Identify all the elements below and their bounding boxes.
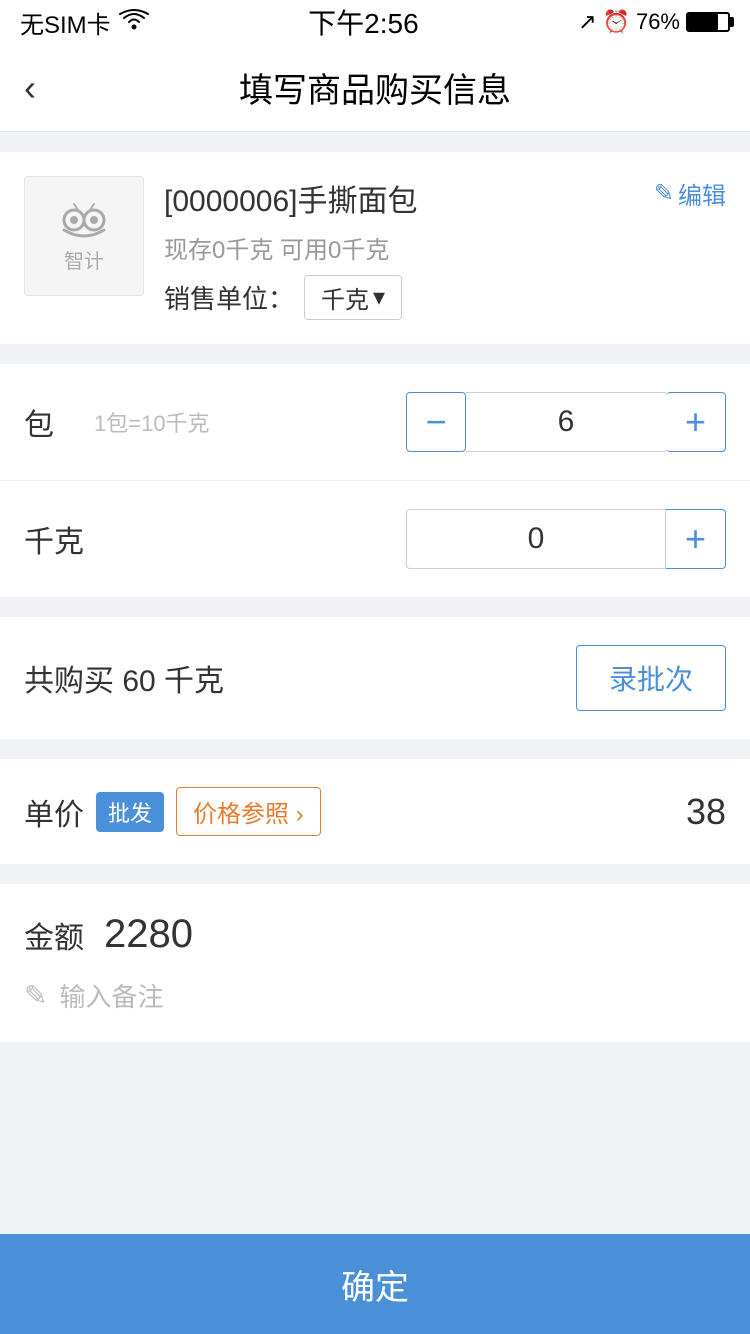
package-label: 包	[24, 400, 84, 444]
status-left: 无SIM卡	[20, 5, 149, 40]
note-row[interactable]: ✎ 输入备注	[24, 977, 726, 1014]
dropdown-arrow-icon: ▾	[373, 283, 385, 312]
amount-section: 金额 2280 ✎ 输入备注	[0, 884, 750, 1042]
battery-icon	[686, 12, 730, 32]
kilogram-label: 千克	[24, 517, 84, 561]
confirm-button[interactable]: 确定	[0, 1234, 750, 1334]
package-hint: 1包=10千克	[94, 406, 406, 438]
kilogram-row: 千克 +	[0, 481, 750, 597]
kilogram-plus-button[interactable]: +	[666, 509, 726, 569]
nav-bar: ‹ 填写商品购买信息	[0, 44, 750, 132]
kilogram-quantity-input[interactable]	[406, 509, 666, 569]
kilogram-quantity-control: +	[406, 509, 726, 569]
total-text: 共购买 60 千克	[24, 656, 224, 700]
pencil-icon: ✎	[24, 979, 47, 1012]
product-logo: 智计	[54, 198, 114, 274]
battery-text: 76%	[636, 9, 680, 35]
status-bar: 无SIM卡 下午2:56 ↗ ⏰ 76%	[0, 0, 750, 44]
amount-value: 2280	[104, 912, 193, 957]
product-stock: 现存0千克 可用0千克	[164, 230, 726, 265]
alarm-icon: ⏰	[603, 9, 630, 35]
package-minus-button[interactable]: −	[406, 392, 466, 452]
location-icon: ↗	[578, 9, 596, 35]
price-ref-button[interactable]: 价格参照 ›	[176, 787, 321, 836]
package-plus-button[interactable]: +	[666, 392, 726, 452]
package-row: 包 1包=10千克 − +	[0, 364, 750, 481]
note-placeholder: 输入备注	[59, 977, 163, 1014]
status-time: 下午2:56	[308, 2, 419, 42]
package-quantity-input[interactable]	[466, 392, 666, 452]
total-row: 共购买 60 千克 录批次	[0, 617, 750, 739]
product-info: [0000006]手撕面包 现存0千克 可用0千克 销售单位： 千克 ▾	[164, 176, 726, 320]
price-tag: 批发	[96, 792, 164, 832]
amount-row: 金额 2280	[24, 912, 726, 957]
unit-label: 销售单位：	[164, 279, 294, 316]
wifi-icon	[119, 8, 149, 37]
price-row: 单价 批发 价格参照 › 38	[24, 787, 726, 836]
package-quantity-control: − +	[406, 392, 726, 452]
edit-button[interactable]: ✎ 编辑	[654, 176, 726, 211]
product-thumbnail: 智计	[24, 176, 144, 296]
price-left: 单价 批发 价格参照 ›	[24, 787, 321, 836]
amount-label: 金额	[24, 913, 84, 957]
status-right: ↗ ⏰ 76%	[578, 9, 730, 35]
price-value: 38	[686, 791, 726, 833]
product-card: 智计 [0000006]手撕面包 现存0千克 可用0千克 销售单位： 千克 ▾ …	[0, 152, 750, 344]
product-name: [0000006]手撕面包	[164, 176, 726, 220]
price-label: 单价	[24, 790, 84, 834]
batch-button[interactable]: 录批次	[576, 645, 726, 711]
back-button[interactable]: ‹	[24, 67, 36, 109]
edit-icon: ✎	[654, 179, 674, 208]
page-title: 填写商品购买信息	[239, 63, 511, 112]
product-unit-row: 销售单位： 千克 ▾	[164, 275, 726, 320]
bottom-spacer	[0, 1042, 750, 1162]
carrier-text: 无SIM卡	[20, 5, 111, 40]
logo-text: 智计	[64, 250, 104, 274]
package-section: 包 1包=10千克 − + 千克 +	[0, 364, 750, 597]
price-section: 单价 批发 价格参照 › 38	[0, 759, 750, 864]
unit-dropdown[interactable]: 千克 ▾	[304, 275, 402, 320]
